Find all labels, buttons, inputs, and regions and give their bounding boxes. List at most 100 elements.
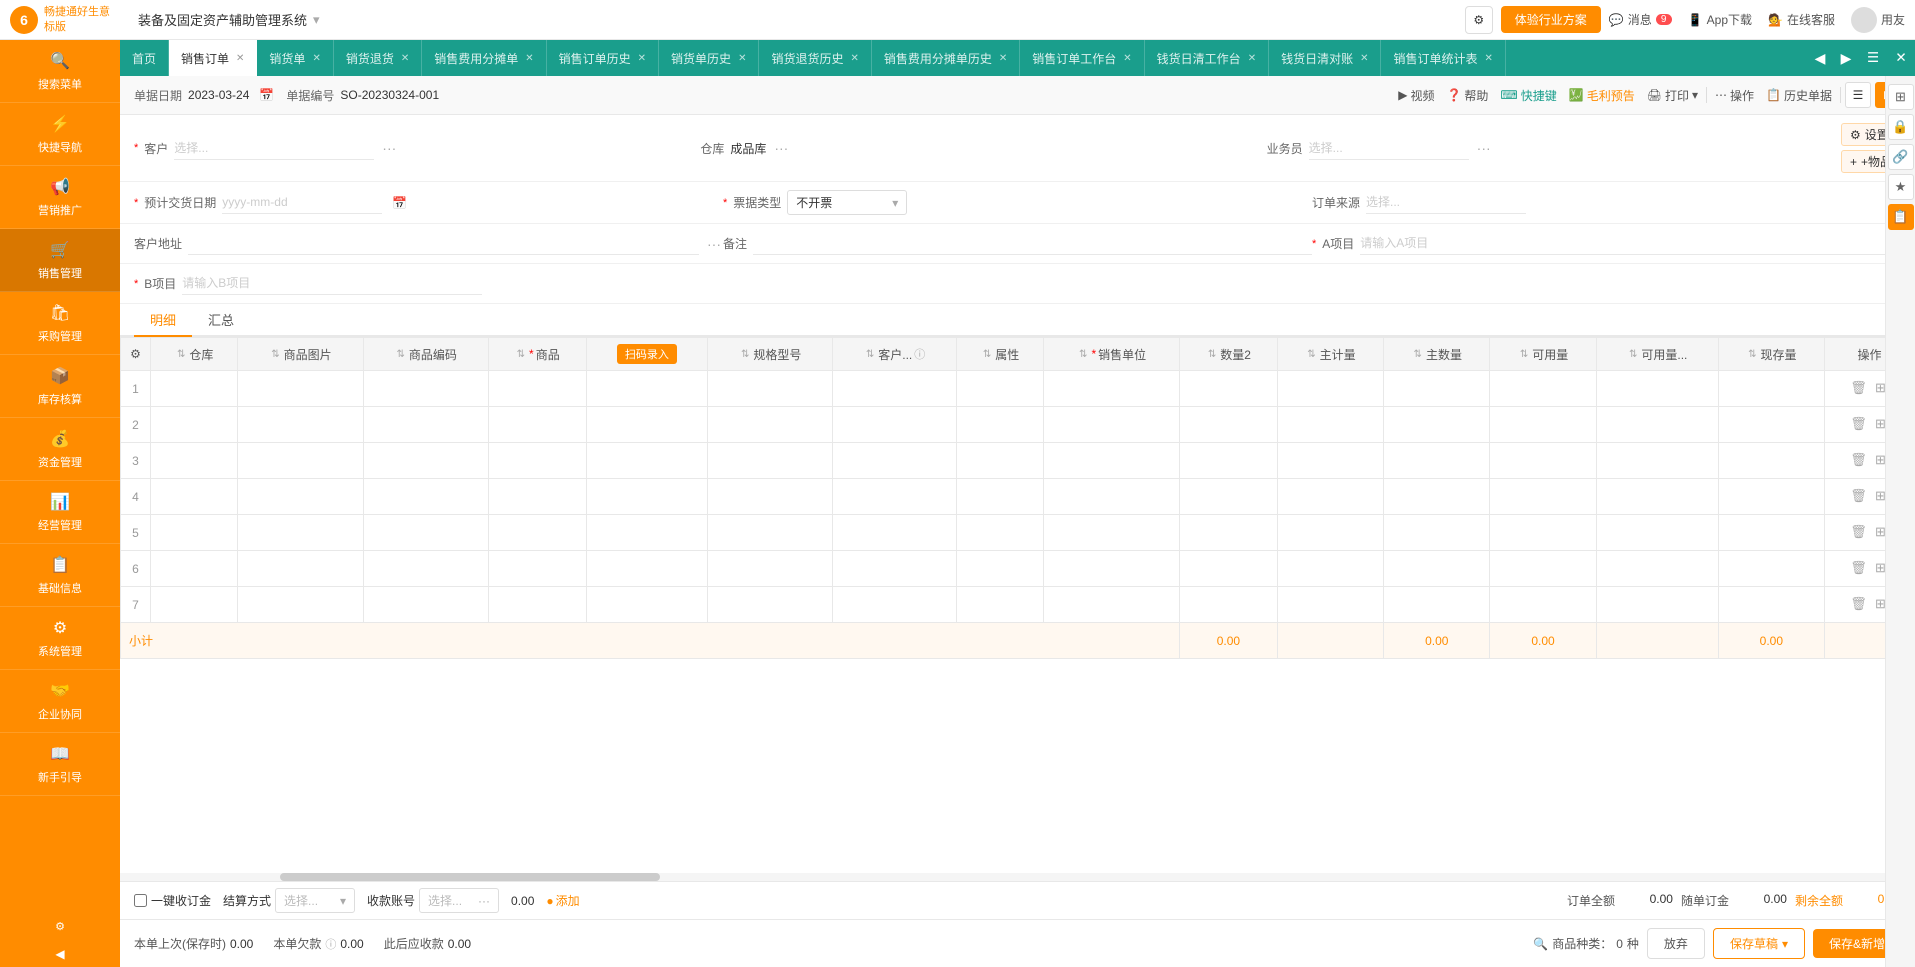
row-1-available[interactable] bbox=[1490, 371, 1596, 407]
row-2-delete-icon[interactable]: 🗑 bbox=[1850, 416, 1868, 434]
save-draft-button[interactable]: 保存草稿 ▾ bbox=[1713, 928, 1805, 959]
sidebar-item-sales[interactable]: 🛒 销售管理 bbox=[0, 229, 120, 292]
online-service-btn[interactable]: 💁 在线客服 bbox=[1768, 11, 1835, 28]
video-btn[interactable]: ▶ 视频 bbox=[1394, 85, 1438, 106]
row-4-available[interactable] bbox=[1490, 479, 1596, 515]
row-1-delete-icon[interactable]: 🗑 bbox=[1850, 380, 1868, 398]
tab-more-btn[interactable]: ☰ bbox=[1859, 40, 1887, 76]
product-count[interactable]: 🔍 商品种类： 0 种 bbox=[1533, 935, 1639, 952]
sidebar-item-system[interactable]: ⚙ 系统管理 bbox=[0, 607, 120, 670]
row-3-attr[interactable] bbox=[956, 443, 1043, 479]
customer-ellipsis[interactable]: ··· bbox=[380, 140, 398, 156]
tab-sales-expense-close[interactable]: ✕ bbox=[525, 53, 533, 64]
sidebar-item-basic[interactable]: 📋 基础信息 bbox=[0, 544, 120, 607]
row-2-unit[interactable] bbox=[1044, 407, 1180, 443]
row-2-spec[interactable] bbox=[708, 407, 833, 443]
app-download-btn[interactable]: 📱 App下载 bbox=[1688, 11, 1752, 28]
tab-close-all-btn[interactable]: ✕ bbox=[1887, 40, 1915, 76]
row-4-scan[interactable] bbox=[586, 479, 707, 515]
row-5-stock[interactable] bbox=[1718, 515, 1824, 551]
row-2-available2[interactable] bbox=[1596, 407, 1718, 443]
row-5-customer-code[interactable] bbox=[833, 515, 957, 551]
sort-icon-available[interactable]: ⇅ bbox=[1520, 349, 1528, 360]
row-2-image[interactable] bbox=[238, 407, 363, 443]
row-2-customer-code[interactable] bbox=[833, 407, 957, 443]
tab-invoice-history[interactable]: 销货单历史 ✕ bbox=[659, 40, 759, 76]
tab-sales-expense[interactable]: 销售费用分摊单 ✕ bbox=[422, 40, 546, 76]
sidebar-item-operation[interactable]: 📊 经营管理 bbox=[0, 481, 120, 544]
row-7-product[interactable] bbox=[488, 587, 586, 623]
row-1-customer-code[interactable] bbox=[833, 371, 957, 407]
address-input[interactable] bbox=[188, 232, 699, 255]
gear-button[interactable]: ⚙ bbox=[1465, 6, 1493, 34]
row-1-stock[interactable] bbox=[1718, 371, 1824, 407]
row-4-attr[interactable] bbox=[956, 479, 1043, 515]
tab-cash-workbench[interactable]: 钱货日清工作台 ✕ bbox=[1145, 40, 1269, 76]
delivery-calendar-icon[interactable]: 📅 bbox=[392, 196, 407, 210]
sort-icon-code[interactable]: ⇅ bbox=[396, 349, 404, 360]
row-4-main-unit[interactable] bbox=[1277, 479, 1383, 515]
a-project-input[interactable] bbox=[1360, 232, 1901, 255]
sort-icon-available2[interactable]: ⇅ bbox=[1629, 349, 1637, 360]
sidebar-item-guide[interactable]: 📖 新手引导 bbox=[0, 733, 120, 796]
warehouse-ellipsis[interactable]: ··· bbox=[772, 140, 790, 156]
row-1-unit[interactable] bbox=[1044, 371, 1180, 407]
tab-next-btn[interactable]: ▶ bbox=[1833, 40, 1859, 76]
row-3-unit[interactable] bbox=[1044, 443, 1180, 479]
row-7-available2[interactable] bbox=[1596, 587, 1718, 623]
profit-btn[interactable]: 💹 毛利预告 bbox=[1565, 85, 1639, 106]
row-3-available2[interactable] bbox=[1596, 443, 1718, 479]
one-click-checkout-check[interactable] bbox=[134, 894, 147, 907]
sort-icon-attr[interactable]: ⇅ bbox=[983, 349, 991, 360]
row-1-product[interactable] bbox=[488, 371, 586, 407]
sort-icon-qty2[interactable]: ⇅ bbox=[1208, 349, 1216, 360]
tab-detail[interactable]: 明细 bbox=[134, 304, 192, 337]
row-1-image[interactable] bbox=[238, 371, 363, 407]
row-4-delete-icon[interactable]: 🗑 bbox=[1850, 488, 1868, 506]
row-5-available[interactable] bbox=[1490, 515, 1596, 551]
b-project-input[interactable] bbox=[182, 272, 482, 295]
row-4-stock[interactable] bbox=[1718, 479, 1824, 515]
row-6-main-unit[interactable] bbox=[1277, 551, 1383, 587]
sort-icon-unit[interactable]: ⇅ bbox=[1079, 349, 1087, 360]
sort-icon-stock[interactable]: ⇅ bbox=[1748, 349, 1756, 360]
row-1-scan[interactable] bbox=[586, 371, 707, 407]
row-4-customer-code[interactable] bbox=[833, 479, 957, 515]
row-6-spec[interactable] bbox=[708, 551, 833, 587]
row-7-warehouse[interactable] bbox=[151, 587, 238, 623]
row-7-qty2[interactable] bbox=[1179, 587, 1277, 623]
row-5-spec[interactable] bbox=[708, 515, 833, 551]
row-3-main-unit[interactable] bbox=[1277, 443, 1383, 479]
user-area[interactable]: 用友 bbox=[1851, 7, 1905, 33]
row-3-code[interactable] bbox=[363, 443, 488, 479]
add-payment-btn[interactable]: ● 添加 bbox=[546, 892, 579, 909]
row-6-qty2[interactable] bbox=[1179, 551, 1277, 587]
row-2-scan[interactable] bbox=[586, 407, 707, 443]
row-2-main-unit[interactable] bbox=[1277, 407, 1383, 443]
row-6-main-qty[interactable] bbox=[1384, 551, 1490, 587]
remark-input[interactable] bbox=[753, 232, 1312, 255]
tab-sales-return[interactable]: 销货退货 ✕ bbox=[334, 40, 422, 76]
row-4-unit[interactable] bbox=[1044, 479, 1180, 515]
row-4-available2[interactable] bbox=[1596, 479, 1718, 515]
row-1-qty2[interactable] bbox=[1179, 371, 1277, 407]
tab-cash-workbench-close[interactable]: ✕ bbox=[1248, 53, 1256, 64]
row-2-attr[interactable] bbox=[956, 407, 1043, 443]
row-7-main-unit[interactable] bbox=[1277, 587, 1383, 623]
row-5-delete-icon[interactable]: 🗑 bbox=[1850, 524, 1868, 542]
sidebar-item-shortcut[interactable]: ⚡ 快捷导航 bbox=[0, 103, 120, 166]
row-7-stock[interactable] bbox=[1718, 587, 1824, 623]
sidebar-collapse-btn[interactable]: ◀ bbox=[0, 941, 120, 967]
row-4-main-qty[interactable] bbox=[1384, 479, 1490, 515]
row-6-image[interactable] bbox=[238, 551, 363, 587]
row-3-warehouse[interactable] bbox=[151, 443, 238, 479]
calendar-icon[interactable]: 📅 bbox=[259, 88, 274, 102]
row-6-product[interactable] bbox=[488, 551, 586, 587]
customer-code-info-icon[interactable]: ⓘ bbox=[914, 346, 925, 362]
scan-btn[interactable]: 扫码录入 bbox=[617, 344, 677, 364]
sort-icon-main-qty[interactable]: ⇅ bbox=[1414, 349, 1422, 360]
row-5-main-qty[interactable] bbox=[1384, 515, 1490, 551]
tab-invoice-history-close[interactable]: ✕ bbox=[738, 53, 746, 64]
sort-icon-spec[interactable]: ⇅ bbox=[741, 349, 749, 360]
row-2-qty2[interactable] bbox=[1179, 407, 1277, 443]
